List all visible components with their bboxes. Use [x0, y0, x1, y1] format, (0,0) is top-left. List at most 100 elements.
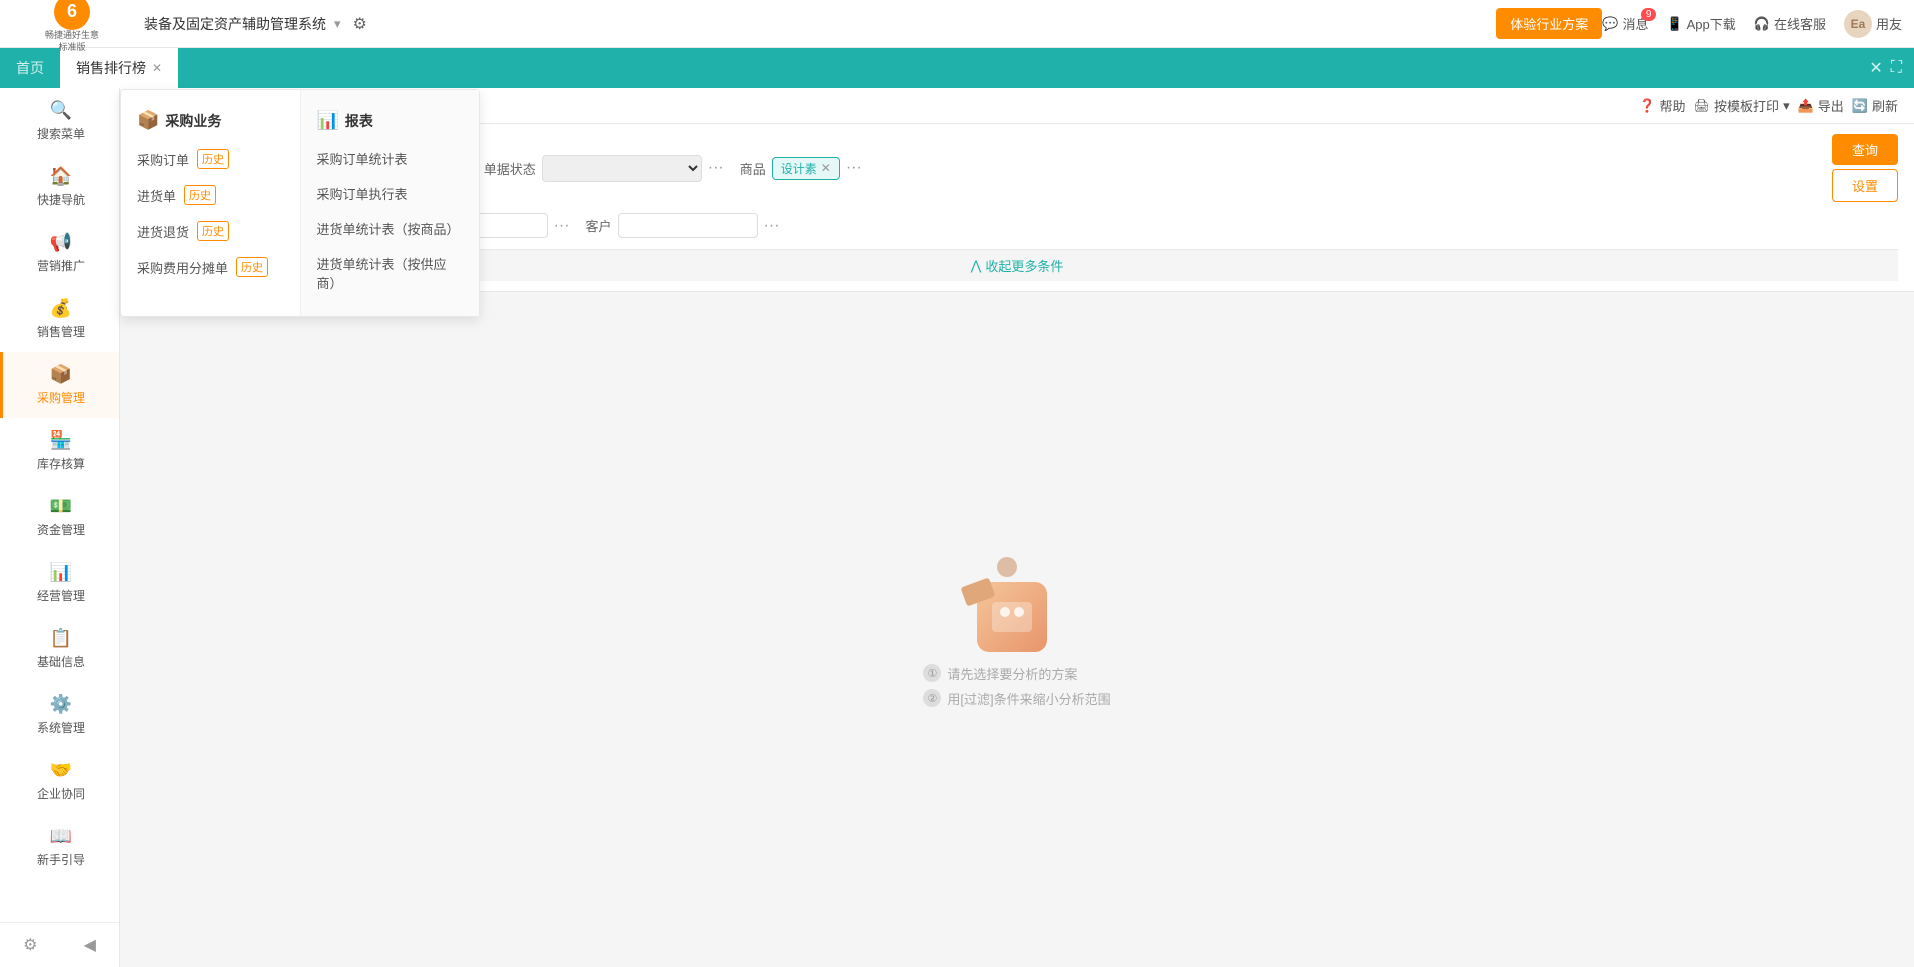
sidebar-item-quick-nav[interactable]: 🏠 快捷导航 [0, 154, 119, 220]
sidebar-item-inventory[interactable]: 🏪 库存核算 [0, 418, 119, 484]
goods-more-btn[interactable]: ··· [846, 159, 862, 177]
print-icon: 🖨 [1694, 98, 1711, 114]
tab-sales-ranking[interactable]: 销售排行榜 ✕ [60, 48, 178, 88]
sidebar-item-cooperation[interactable]: 🤝 企业协同 [0, 748, 119, 814]
tab-close-icon[interactable]: ✕ [152, 61, 162, 75]
clipboard-icon: 📋 [50, 628, 72, 649]
topbar: 6 畅捷通好生意 标准版 装备及固定资产辅助管理系统 ▾ ⚙ 体验行业方案 💬 … [0, 0, 1914, 48]
box-icon: 📦 [50, 364, 72, 385]
report-header-icon: 📊 [317, 110, 339, 131]
title-area: 装备及固定资产辅助管理系统 ▾ ⚙ [132, 14, 1496, 34]
maximize-icon[interactable]: ⛶ [1891, 59, 1902, 77]
industry-btn[interactable]: 体验行业方案 [1496, 8, 1602, 39]
message-icon: 💬 [1602, 16, 1618, 32]
history-badge-3: 历史 [236, 257, 268, 277]
dropdown-purchase-header: 📦 采购业务 [121, 106, 300, 141]
dropdown-report-header: 📊 报表 [301, 106, 480, 141]
voucher-status-label: 单据状态 [484, 159, 536, 178]
sidebar-collapse-icon[interactable]: ◀ [84, 935, 96, 955]
refresh-icon: 🔄 [1852, 98, 1868, 114]
tab-home[interactable]: 首页 [0, 48, 60, 88]
collapse-arrow-icon: ⋀ [971, 258, 982, 274]
customer-more-btn[interactable]: ··· [764, 217, 780, 235]
query-btn[interactable]: 查询 [1832, 134, 1898, 165]
app-title: 装备及固定资产辅助管理系统 [144, 14, 326, 34]
title-arrow-icon[interactable]: ▾ [334, 16, 341, 32]
print-arrow-icon[interactable]: ▾ [1783, 98, 1790, 114]
dropdown-menu: 📦 采购业务 采购订单 历史 进货单 历史 进货退货 历史 采购费用分摊单 历史… [120, 89, 480, 317]
print-btn[interactable]: 🖨 按模板打印 ▾ [1694, 96, 1790, 115]
dropdown-col-report: 📊 报表 采购订单统计表 采购订单执行表 进货单统计表（按商品） 进货单统计表（… [300, 90, 480, 316]
megaphone-icon: 📢 [50, 232, 72, 253]
step-1-num: ① [923, 664, 941, 682]
dropdown-item-report-order-stat[interactable]: 采购订单统计表 [301, 141, 480, 176]
store-icon: 🏪 [50, 430, 72, 451]
logo-text: 畅捷通好生意 标准版 [45, 30, 99, 53]
toolbar-right: ❓ 帮助 🖨 按模板打印 ▾ 📤 导出 🔄 刷新 [1639, 96, 1898, 115]
sidebar: 🔍 搜索菜单 🏠 快捷导航 📢 营销推广 💰 销售管理 📦 采购管理 🏪 库存核… [0, 88, 120, 967]
goods-label: 商品 [740, 159, 766, 178]
sidebar-item-search[interactable]: 🔍 搜索菜单 [0, 88, 119, 154]
message-badge: 9 [1641, 8, 1657, 21]
phone-icon: 📱 [1666, 16, 1682, 32]
message-btn[interactable]: 💬 消息 9 [1602, 14, 1648, 33]
empty-step-2: ② 用[过滤]条件来缩小分析范围 [923, 689, 1110, 708]
online-service-btn[interactable]: 🎧 在线客服 [1754, 14, 1826, 33]
topbar-right: 💬 消息 9 📱 App下载 🎧 在线客服 Ea 用友 [1602, 10, 1902, 38]
dropdown-item-purchase-expense[interactable]: 采购费用分摊单 历史 [121, 249, 300, 285]
customer-input[interactable] [618, 213, 758, 238]
dropdown-item-report-order-exec[interactable]: 采购订单执行表 [301, 176, 480, 211]
history-badge-2: 历史 [197, 221, 229, 241]
customer-filter: 客户 ··· [586, 213, 780, 238]
goods-tag: 设计素 ✕ [772, 157, 840, 180]
dropdown-item-purchase-return[interactable]: 进货退货 历史 [121, 213, 300, 249]
sidebar-item-marketing[interactable]: 📢 营销推广 [0, 220, 119, 286]
home-icon: 🏠 [50, 166, 72, 187]
empty-state: ① 请先选择要分析的方案 ② 用[过滤]条件来缩小分析范围 [120, 292, 1914, 967]
voucher-status-select[interactable] [542, 155, 702, 182]
sidebar-item-operation[interactable]: 📊 经营管理 [0, 550, 119, 616]
user-btn[interactable]: Ea 用友 [1844, 10, 1902, 38]
logo-area: 6 畅捷通好生意 标准版 [12, 0, 132, 53]
sidebar-item-sales[interactable]: 💰 销售管理 [0, 286, 119, 352]
sidebar-item-capital[interactable]: 💵 资金管理 [0, 484, 119, 550]
voucher-status-filter: 单据状态 ··· [484, 155, 724, 182]
refresh-btn[interactable]: 🔄 刷新 [1852, 96, 1898, 115]
money-icon: 💰 [50, 298, 72, 319]
sidebar-item-system[interactable]: ⚙️ 系统管理 [0, 682, 119, 748]
empty-steps: ① 请先选择要分析的方案 ② 用[过滤]条件来缩小分析范围 [923, 664, 1110, 708]
dropdown-col-purchase: 📦 采购业务 采购订单 历史 进货单 历史 进货退货 历史 采购费用分摊单 历史 [121, 90, 300, 316]
tabbar: 首页 销售排行榜 ✕ ✕ ⛶ [0, 48, 1914, 88]
voucher-status-more-btn[interactable]: ··· [708, 159, 724, 177]
handshake-icon: 🤝 [50, 760, 72, 781]
query-btns: 查询 设置 [1832, 134, 1898, 202]
history-badge-0: 历史 [197, 149, 229, 169]
goods-filter: 商品 设计素 ✕ ··· [740, 157, 862, 180]
purchase-header-icon: 📦 [137, 110, 159, 131]
close-window-icon[interactable]: ✕ [1869, 58, 1882, 78]
sidebar-item-purchase[interactable]: 📦 采购管理 [0, 352, 119, 418]
dropdown-item-report-receipt-goods[interactable]: 进货单统计表（按商品） [301, 211, 480, 246]
salesperson-more-btn[interactable]: ··· [554, 217, 570, 235]
sidebar-item-guide[interactable]: 📖 新手引导 [0, 814, 119, 880]
step-2-num: ② [923, 689, 941, 707]
set-btn[interactable]: 设置 [1832, 169, 1898, 202]
logo-icon: 6 [54, 0, 90, 30]
goods-tag-close[interactable]: ✕ [821, 161, 831, 175]
search-icon: 🔍 [50, 100, 72, 121]
sidebar-item-basic-info[interactable]: 📋 基础信息 [0, 616, 119, 682]
export-btn[interactable]: 📤 导出 [1798, 96, 1844, 115]
app-download-btn[interactable]: 📱 App下载 [1666, 14, 1735, 33]
wallet-icon: 💵 [50, 496, 72, 517]
sidebar-bottom: ⚙ ◀ [0, 922, 119, 967]
help-btn[interactable]: ❓ 帮助 [1639, 96, 1685, 115]
gear-icon[interactable]: ⚙ [353, 14, 367, 34]
dropdown-item-purchase-order[interactable]: 采购订单 历史 [121, 141, 300, 177]
customer-label: 客户 [586, 216, 612, 235]
sidebar-settings-icon[interactable]: ⚙ [23, 935, 37, 955]
dropdown-item-purchase-receipt[interactable]: 进货单 历史 [121, 177, 300, 213]
export-icon: 📤 [1798, 98, 1814, 114]
dropdown-item-report-receipt-supplier[interactable]: 进货单统计表（按供应商） [301, 246, 480, 300]
history-badge-1: 历史 [184, 185, 216, 205]
tab-controls: ✕ ⛶ [1869, 58, 1914, 78]
